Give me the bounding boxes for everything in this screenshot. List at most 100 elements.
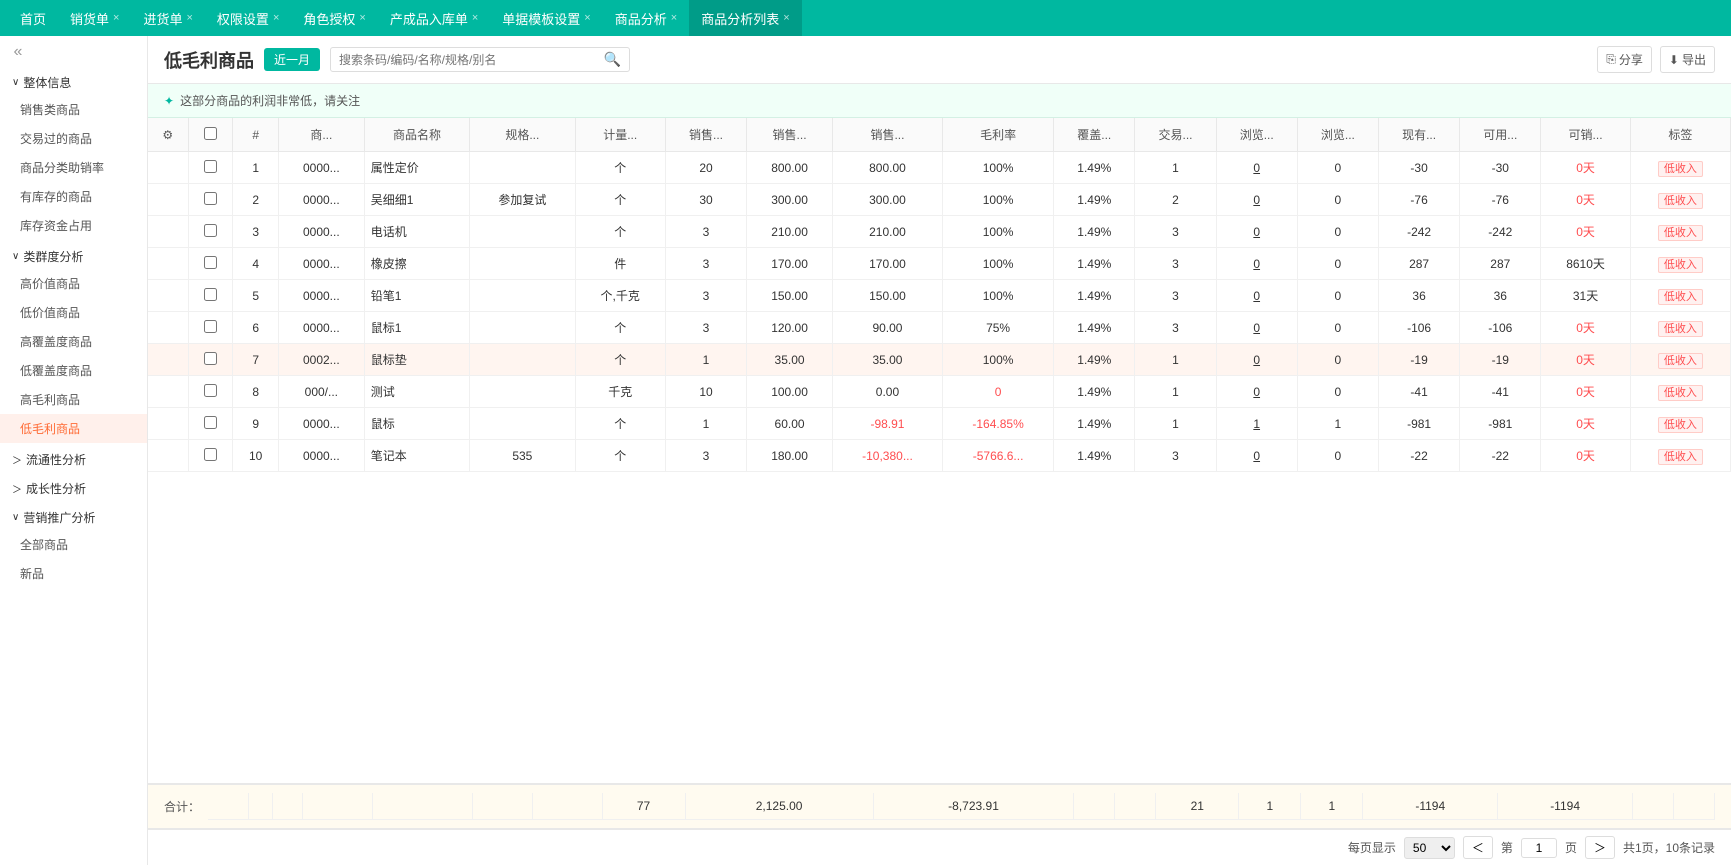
row-tag[interactable]: 低收入 (1630, 408, 1730, 440)
row-view1[interactable]: 0 (1216, 280, 1297, 312)
row-select-checkbox[interactable] (204, 416, 217, 429)
per-page-select[interactable]: 50 100 200 (1404, 837, 1455, 859)
sidebar-item-high-margin[interactable]: 高毛利商品 (0, 385, 147, 414)
sidebar-item-stock-capital[interactable]: 库存资金占用 (0, 211, 147, 240)
row-select-checkbox[interactable] (204, 384, 217, 397)
close-icon[interactable]: × (472, 12, 478, 24)
col-settings[interactable]: ⚙ (148, 118, 188, 152)
row-tag[interactable]: 低收入 (1630, 280, 1730, 312)
nav-product-analysis-list[interactable]: 商品分析列表 × (689, 0, 801, 36)
nav-permissions[interactable]: 权限设置 × (205, 0, 291, 36)
col-sales-price[interactable]: 销售... (747, 118, 833, 152)
row-select-checkbox[interactable] (204, 256, 217, 269)
col-available[interactable]: 可用... (1460, 118, 1541, 152)
row-view1[interactable]: 0 (1216, 184, 1297, 216)
col-tag[interactable]: 标签 (1630, 118, 1730, 152)
row-checkbox[interactable] (188, 344, 233, 376)
row-select-checkbox[interactable] (204, 192, 217, 205)
close-icon[interactable]: × (359, 12, 365, 24)
row-select-checkbox[interactable] (204, 160, 217, 173)
search-icon[interactable]: 🔍 (604, 51, 621, 68)
nav-product-warehouse[interactable]: 产成品入库单 × (378, 0, 490, 36)
row-tag[interactable]: 低收入 (1630, 184, 1730, 216)
sidebar-item-low-coverage[interactable]: 低覆盖度商品 (0, 356, 147, 385)
search-input[interactable] (339, 53, 604, 67)
col-view1[interactable]: 浏览... (1216, 118, 1297, 152)
nav-home[interactable]: 首页 (8, 0, 58, 36)
sidebar-item-new-goods[interactable]: 新品 (0, 559, 147, 588)
row-checkbox[interactable] (188, 408, 233, 440)
date-filter-button[interactable]: 近一月 (264, 48, 320, 71)
col-sales-profit[interactable]: 销售... (832, 118, 942, 152)
sidebar-item-traded-goods[interactable]: 交易过的商品 (0, 124, 147, 153)
col-sellable[interactable]: 可销... (1541, 118, 1630, 152)
row-select-checkbox[interactable] (204, 352, 217, 365)
row-select-checkbox[interactable] (204, 320, 217, 333)
row-select-checkbox[interactable] (204, 288, 217, 301)
row-tag[interactable]: 低收入 (1630, 376, 1730, 408)
row-tag[interactable]: 低收入 (1630, 440, 1730, 472)
row-tag[interactable]: 低收入 (1630, 216, 1730, 248)
sidebar-group-growth[interactable]: ＞ 成长性分析 (0, 472, 147, 501)
row-view1[interactable]: 0 (1216, 312, 1297, 344)
row-view1[interactable]: 0 (1216, 376, 1297, 408)
col-view2[interactable]: 浏览... (1297, 118, 1378, 152)
export-button[interactable]: ⬇ 导出 (1660, 46, 1715, 73)
sidebar-item-low-value[interactable]: 低价值商品 (0, 298, 147, 327)
sidebar-item-stock-goods[interactable]: 有库存的商品 (0, 182, 147, 211)
col-name[interactable]: 商品名称 (364, 118, 469, 152)
row-select-checkbox[interactable] (204, 224, 217, 237)
sidebar-item-high-coverage[interactable]: 高覆盖度商品 (0, 327, 147, 356)
row-view1[interactable]: 0 (1216, 216, 1297, 248)
close-icon[interactable]: × (113, 12, 119, 24)
col-checkbox[interactable] (188, 118, 233, 152)
sidebar-group-overall[interactable]: ∨ 整体信息 (0, 66, 147, 95)
nav-purchase-order[interactable]: 进货单 × (131, 0, 204, 36)
select-all-checkbox[interactable] (204, 127, 217, 140)
row-checkbox[interactable] (188, 184, 233, 216)
page-number-input[interactable] (1521, 838, 1557, 858)
row-checkbox[interactable] (188, 440, 233, 472)
row-tag[interactable]: 低收入 (1630, 312, 1730, 344)
row-checkbox[interactable] (188, 280, 233, 312)
col-unit[interactable]: 计量... (575, 118, 665, 152)
col-spec[interactable]: 规格... (470, 118, 575, 152)
col-current-stock[interactable]: 现有... (1379, 118, 1460, 152)
close-icon[interactable]: × (273, 12, 279, 24)
close-icon[interactable]: × (584, 12, 590, 24)
row-select-checkbox[interactable] (204, 448, 217, 461)
row-view1[interactable]: 1 (1216, 408, 1297, 440)
next-page-button[interactable]: ＞ (1585, 836, 1615, 859)
row-view1[interactable]: 0 (1216, 440, 1297, 472)
close-icon[interactable]: × (671, 12, 677, 24)
sidebar-group-cluster[interactable]: ∨ 类群度分析 (0, 240, 147, 269)
nav-role-auth[interactable]: 角色授权 × (291, 0, 377, 36)
close-icon[interactable]: × (783, 12, 789, 24)
sidebar-group-flow[interactable]: ＞ 流通性分析 (0, 443, 147, 472)
close-icon[interactable]: × (186, 12, 192, 24)
sidebar-item-sales-goods[interactable]: 销售类商品 (0, 95, 147, 124)
row-tag[interactable]: 低收入 (1630, 248, 1730, 280)
sidebar-item-all-goods[interactable]: 全部商品 (0, 530, 147, 559)
col-trade[interactable]: 交易... (1135, 118, 1216, 152)
nav-sales-order[interactable]: 销货单 × (58, 0, 131, 36)
share-button[interactable]: ⎘ 分享 (1597, 46, 1652, 73)
sidebar-item-category-assist[interactable]: 商品分类助销率 (0, 153, 147, 182)
col-coverage[interactable]: 覆盖... (1054, 118, 1135, 152)
sidebar-group-marketing[interactable]: ∨ 营销推广分析 (0, 501, 147, 530)
col-code[interactable]: 商... (278, 118, 364, 152)
row-checkbox[interactable] (188, 216, 233, 248)
sidebar-item-low-margin[interactable]: 低毛利商品 (0, 414, 147, 443)
row-view1[interactable]: 0 (1216, 152, 1297, 184)
row-tag[interactable]: 低收入 (1630, 344, 1730, 376)
sidebar-item-high-value[interactable]: 高价值商品 (0, 269, 147, 298)
row-checkbox[interactable] (188, 152, 233, 184)
col-gross-margin[interactable]: 毛利率 (942, 118, 1053, 152)
nav-template-settings[interactable]: 单据模板设置 × (490, 0, 602, 36)
sidebar-collapse-button[interactable]: « (8, 42, 28, 62)
row-checkbox[interactable] (188, 376, 233, 408)
row-checkbox[interactable] (188, 312, 233, 344)
nav-product-analysis[interactable]: 商品分析 × (603, 0, 689, 36)
row-tag[interactable]: 低收入 (1630, 152, 1730, 184)
prev-page-button[interactable]: ＜ (1463, 836, 1493, 859)
